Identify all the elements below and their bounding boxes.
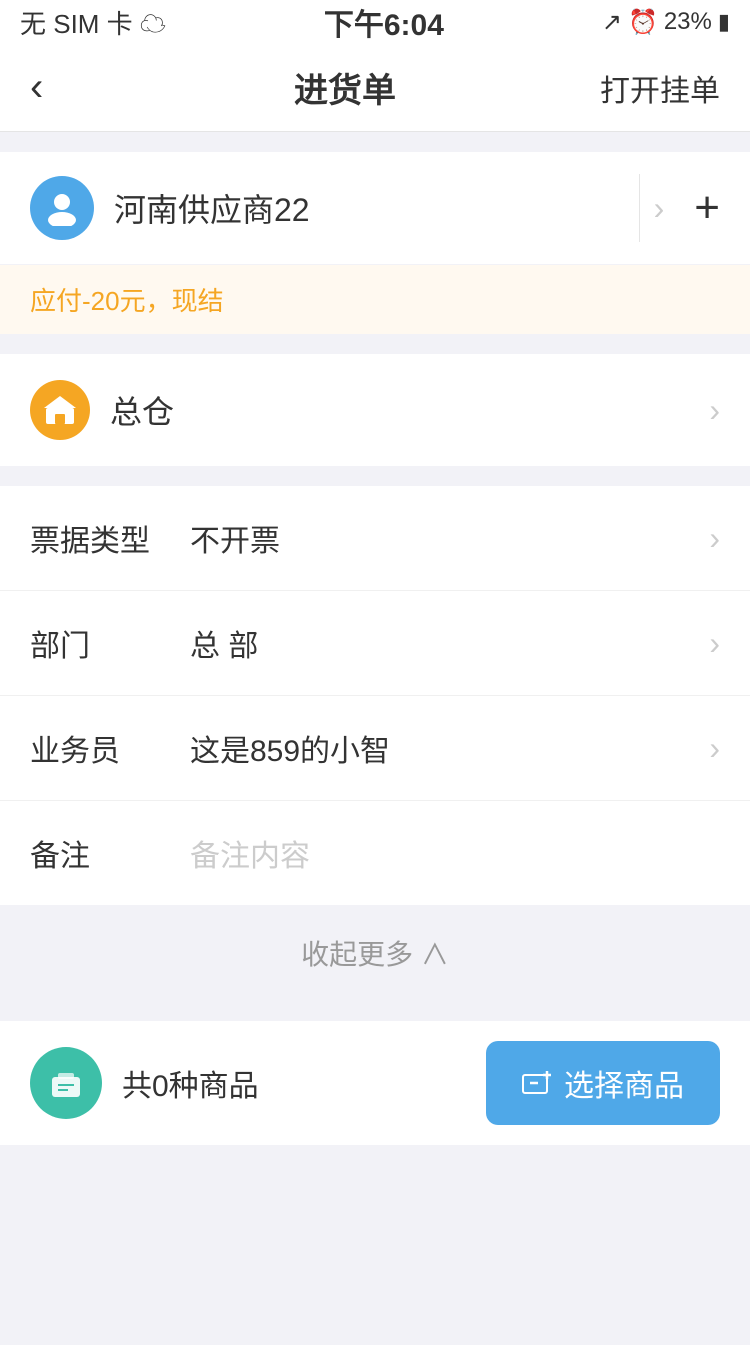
remark-label: 备注 [30, 831, 170, 875]
supplier-divider [639, 174, 640, 241]
warehouse-row[interactable]: 总仓 › [0, 354, 750, 466]
salesperson-row[interactable]: 业务员 这是859的小智 › [0, 696, 750, 801]
invoice-type-row[interactable]: 票据类型 不开票 › [0, 486, 750, 591]
person-icon [44, 190, 80, 226]
collapse-text: 收起更多 ∧ [301, 933, 449, 973]
section-gap-2 [0, 334, 750, 354]
warehouse-label: 总仓 [110, 387, 709, 433]
remark-row[interactable]: 备注 备注内容 [0, 801, 750, 905]
department-value: 总 部 [170, 621, 709, 665]
department-label: 部门 [30, 621, 170, 665]
supplier-row[interactable]: 河南供应商22 › + [0, 152, 750, 264]
section-gap-1 [0, 132, 750, 152]
invoice-type-label: 票据类型 [30, 516, 170, 560]
product-bar: 共0种商品 选择商品 [0, 1021, 750, 1145]
add-supplier-button[interactable]: + [694, 183, 720, 233]
battery-icon: ▮ [718, 9, 730, 35]
warehouse-icon-wrap [30, 380, 90, 440]
warehouse-chevron-icon: › [709, 392, 720, 429]
supplier-chevron-icon: › [654, 190, 665, 227]
salesperson-chevron-icon: › [709, 730, 720, 767]
invoice-type-chevron-icon: › [709, 520, 720, 557]
back-button[interactable]: ‹ [30, 65, 90, 110]
invoice-type-value: 不开票 [170, 516, 709, 560]
supplier-name: 河南供应商22 [114, 185, 654, 231]
product-icon-wrap [30, 1047, 102, 1119]
supplier-section: 河南供应商22 › + 应付-20元，现结 [0, 152, 750, 334]
nav-bar: ‹ 进货单 打开挂单 [0, 44, 750, 132]
status-time: 下午6:04 [324, 0, 444, 44]
alarm-icon: ⏰ [628, 8, 658, 37]
notice-text: 应付-20元，现结 [30, 286, 224, 316]
form-section: 票据类型 不开票 › 部门 总 部 › 业务员 这是859的小智 › 备注 备注… [0, 486, 750, 905]
status-left: 无 SIM 卡 ☁ [20, 4, 166, 41]
page-fill [0, 1145, 750, 1345]
battery-label: 23% [664, 8, 712, 36]
notice-bar: 应付-20元，现结 [0, 264, 750, 334]
product-icon [46, 1063, 86, 1103]
status-right: ↗ ⏰ 23% ▮ [602, 8, 730, 37]
salesperson-value: 这是859的小智 [170, 726, 709, 770]
department-chevron-icon: › [709, 625, 720, 662]
collapse-row[interactable]: 收起更多 ∧ [0, 905, 750, 1001]
salesperson-label: 业务员 [30, 726, 170, 770]
location-icon: ↗ [602, 8, 622, 37]
department-row[interactable]: 部门 总 部 › [0, 591, 750, 696]
page-title: 进货单 [294, 63, 396, 112]
remark-placeholder: 备注内容 [170, 831, 720, 875]
select-product-icon [522, 1069, 554, 1097]
sim-label: 无 SIM 卡 ☁ [20, 4, 166, 41]
warehouse-icon [42, 392, 78, 428]
select-product-button[interactable]: 选择商品 [486, 1041, 720, 1125]
product-count: 共0种商品 [122, 1061, 486, 1105]
supplier-avatar [30, 176, 94, 240]
open-pending-button[interactable]: 打开挂单 [600, 66, 720, 110]
status-bar: 无 SIM 卡 ☁ 下午6:04 ↗ ⏰ 23% ▮ [0, 0, 750, 44]
select-product-label: 选择商品 [564, 1061, 684, 1105]
